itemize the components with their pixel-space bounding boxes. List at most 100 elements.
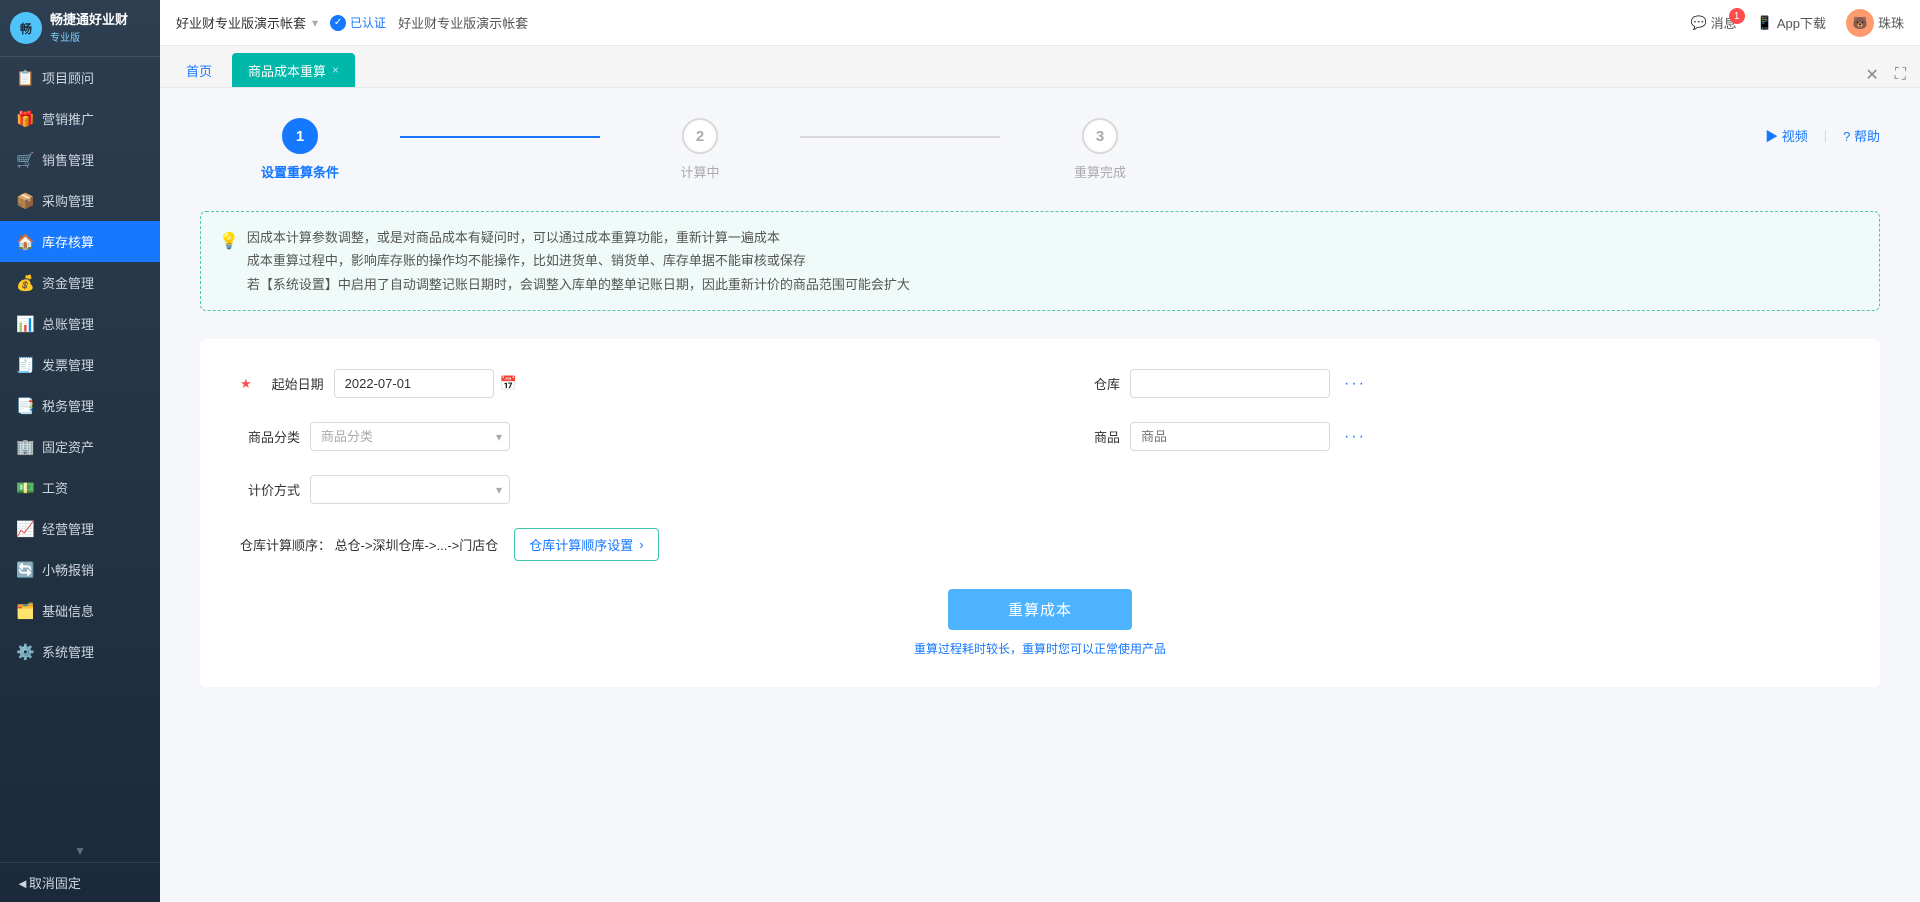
help-link[interactable]: ? 帮助 — [1843, 126, 1880, 145]
tab-home[interactable]: 首页 — [170, 53, 228, 87]
date-input-wrapper: 📅 — [334, 369, 517, 398]
calendar-icon[interactable]: 📅 — [500, 375, 517, 392]
warehouse-more-button[interactable]: ··· — [1340, 371, 1370, 397]
warehouse-order-btn-label: 仓库计算顺序设置 — [529, 535, 633, 554]
invoice-icon: 🧾 — [16, 356, 34, 374]
sidebar-item-label: 采购管理 — [42, 191, 94, 210]
user-avatar[interactable]: 🐻 珠珠 — [1846, 9, 1904, 37]
main-area: 好业财专业版演示帐套 ▾ ✓ 已认证 好业财专业版演示帐套 💬 消息 1 📱 A… — [160, 0, 1920, 902]
sidebar-item-label: 基础信息 — [42, 601, 94, 620]
warehouse-input[interactable] — [1130, 369, 1330, 398]
step-2: 2 计算中 — [600, 118, 800, 181]
purchase-icon: 📦 — [16, 192, 34, 210]
sidebar-item-label: 库存核算 — [42, 232, 94, 251]
app-download-button[interactable]: 📱 App下载 — [1757, 13, 1826, 32]
sidebar-item-marketing[interactable]: 🎁 营销推广 — [0, 98, 160, 139]
salary-icon: 💵 — [16, 479, 34, 497]
step-2-label: 计算中 — [680, 162, 719, 181]
step-2-circle: 2 — [682, 118, 718, 154]
sidebar-item-label: 工资 — [42, 478, 68, 497]
sidebar-item-inventory[interactable]: 🏠 库存核算 — [0, 221, 160, 262]
topbar-right: 💬 消息 1 📱 App下载 🐻 珠珠 — [1690, 9, 1904, 37]
step-3-circle: 3 — [1082, 118, 1118, 154]
pricing-select-wrapper — [310, 475, 510, 504]
basic-icon: 🗂️ — [16, 602, 34, 620]
sidebar-item-ledger[interactable]: 📊 总账管理 — [0, 303, 160, 344]
warehouse-field: 仓库 ··· — [1060, 369, 1840, 398]
sidebar-item-invoice[interactable]: 🧾 发票管理 — [0, 344, 160, 385]
sidebar-nav: 📋 项目顾问 🎁 营销推广 🛒 销售管理 📦 采购管理 🏠 库存核算 💰 资金管… — [0, 57, 160, 840]
tab-recalculate[interactable]: 商品成本重算 × — [232, 53, 355, 87]
account-selector[interactable]: 好业财专业版演示帐套 ▾ — [176, 13, 318, 32]
system-icon: ⚙️ — [16, 643, 34, 661]
sidebar-item-salary[interactable]: 💵 工资 — [0, 467, 160, 508]
sidebar-item-basic[interactable]: 🗂️ 基础信息 — [0, 590, 160, 631]
sidebar-item-label: 发票管理 — [42, 355, 94, 374]
verified-icon: ✓ — [330, 15, 346, 31]
close-tab-button[interactable]: ✕ — [1861, 63, 1882, 87]
app-logo-text: 畅捷通好业财 专业版 — [50, 12, 128, 44]
chevron-down-icon: ▾ — [312, 16, 318, 30]
pricing-label: 计价方式 — [240, 480, 300, 499]
verified-badge: ✓ 已认证 — [330, 14, 386, 31]
step-1-label: 设置重算条件 — [261, 162, 339, 181]
form-row-3: 计价方式 — [240, 475, 1840, 504]
warehouse-order-value: 总仓->深圳仓库->...->门店仓 — [335, 538, 499, 553]
category-select[interactable]: 商品分类 — [310, 422, 510, 451]
step-1-circle: 1 — [282, 118, 318, 154]
sidebar-item-expense[interactable]: 🔄 小畅报销 — [0, 549, 160, 590]
sales-icon: 🛒 — [16, 151, 34, 169]
pricing-select[interactable] — [310, 475, 510, 504]
topbar: 好业财专业版演示帐套 ▾ ✓ 已认证 好业财专业版演示帐套 💬 消息 1 📱 A… — [160, 0, 1920, 46]
user-name: 珠珠 — [1878, 13, 1904, 32]
play-icon: ▶ — [1765, 129, 1778, 144]
sidebar-item-system[interactable]: ⚙️ 系统管理 — [0, 631, 160, 672]
tax-icon: 📑 — [16, 397, 34, 415]
info-line-2: 成本重算过程中，影响库存账的操作均不能操作，比如进货单、销货单、库存单据不能审核… — [247, 249, 910, 272]
tab-label: 商品成本重算 — [248, 61, 326, 80]
sidebar-item-operations[interactable]: 📈 经营管理 — [0, 508, 160, 549]
info-line-3: 若【系统设置】中启用了自动调整记账日期时，会调整入库单的整单记账日期，因此重新计… — [247, 273, 910, 296]
sidebar-item-label: 总账管理 — [42, 314, 94, 333]
sidebar-item-label: 小畅报销 — [42, 560, 94, 579]
info-box: 💡 因成本计算参数调整，或是对商品成本有疑问时，可以通过成本重算功能，重新计算一… — [200, 211, 1880, 311]
form-row-2: 商品分类 商品分类 商品 ··· — [240, 422, 1840, 451]
message-button[interactable]: 💬 消息 1 — [1690, 13, 1736, 32]
project-icon: 📋 — [16, 69, 34, 87]
product-more-button[interactable]: ··· — [1340, 424, 1370, 450]
finance-icon: 💰 — [16, 274, 34, 292]
sidebar-item-label: 销售管理 — [42, 150, 94, 169]
start-date-input[interactable] — [334, 369, 494, 398]
sidebar-item-finance[interactable]: 💰 资金管理 — [0, 262, 160, 303]
question-icon: ? — [1843, 129, 1850, 144]
category-select-wrapper: 商品分类 — [310, 422, 510, 451]
sidebar-item-assets[interactable]: 🏢 固定资产 — [0, 426, 160, 467]
required-star: ★ — [240, 376, 252, 392]
assets-icon: 🏢 — [16, 438, 34, 456]
account-display-name: 好业财专业版演示帐套 — [398, 13, 528, 32]
expand-tab-button[interactable]: ⛶ — [1891, 64, 1910, 86]
video-link[interactable]: ▶ 视频 — [1765, 126, 1808, 145]
category-label: 商品分类 — [240, 427, 300, 446]
sidebar-item-tax[interactable]: 📑 税务管理 — [0, 385, 160, 426]
sidebar-item-project[interactable]: 📋 项目顾问 — [0, 57, 160, 98]
inventory-icon: 🏠 — [16, 233, 34, 251]
sidebar-item-purchase[interactable]: 📦 采购管理 — [0, 180, 160, 221]
sidebar-item-sales[interactable]: 🛒 销售管理 — [0, 139, 160, 180]
product-input[interactable] — [1130, 422, 1330, 451]
recalc-hint: 重算过程耗时较长，重算时您可以正常使用产品 — [914, 640, 1166, 657]
start-date-label: 起始日期 — [264, 374, 324, 393]
tab-close-button[interactable]: × — [332, 63, 339, 77]
sidebar-logo: 畅 畅捷通好业财 专业版 — [0, 0, 160, 57]
unpin-label: ◄取消固定 — [16, 873, 81, 892]
account-name: 好业财专业版演示帐套 — [176, 13, 306, 32]
warehouse-order-settings-button[interactable]: 仓库计算顺序设置 › — [514, 528, 658, 561]
product-label: 商品 — [1060, 427, 1120, 446]
step-line-1 — [400, 136, 600, 138]
form-row-1: ★ 起始日期 📅 仓库 ··· — [240, 369, 1840, 398]
recalculate-button[interactable]: 重算成本 — [948, 589, 1132, 630]
expense-icon: 🔄 — [16, 561, 34, 579]
warehouse-order-row: 仓库计算顺序： 总仓->深圳仓库->...->门店仓 仓库计算顺序设置 › — [240, 528, 1840, 561]
app-logo-icon: 畅 — [10, 12, 42, 44]
sidebar-unpin-button[interactable]: ◄取消固定 — [0, 862, 160, 902]
